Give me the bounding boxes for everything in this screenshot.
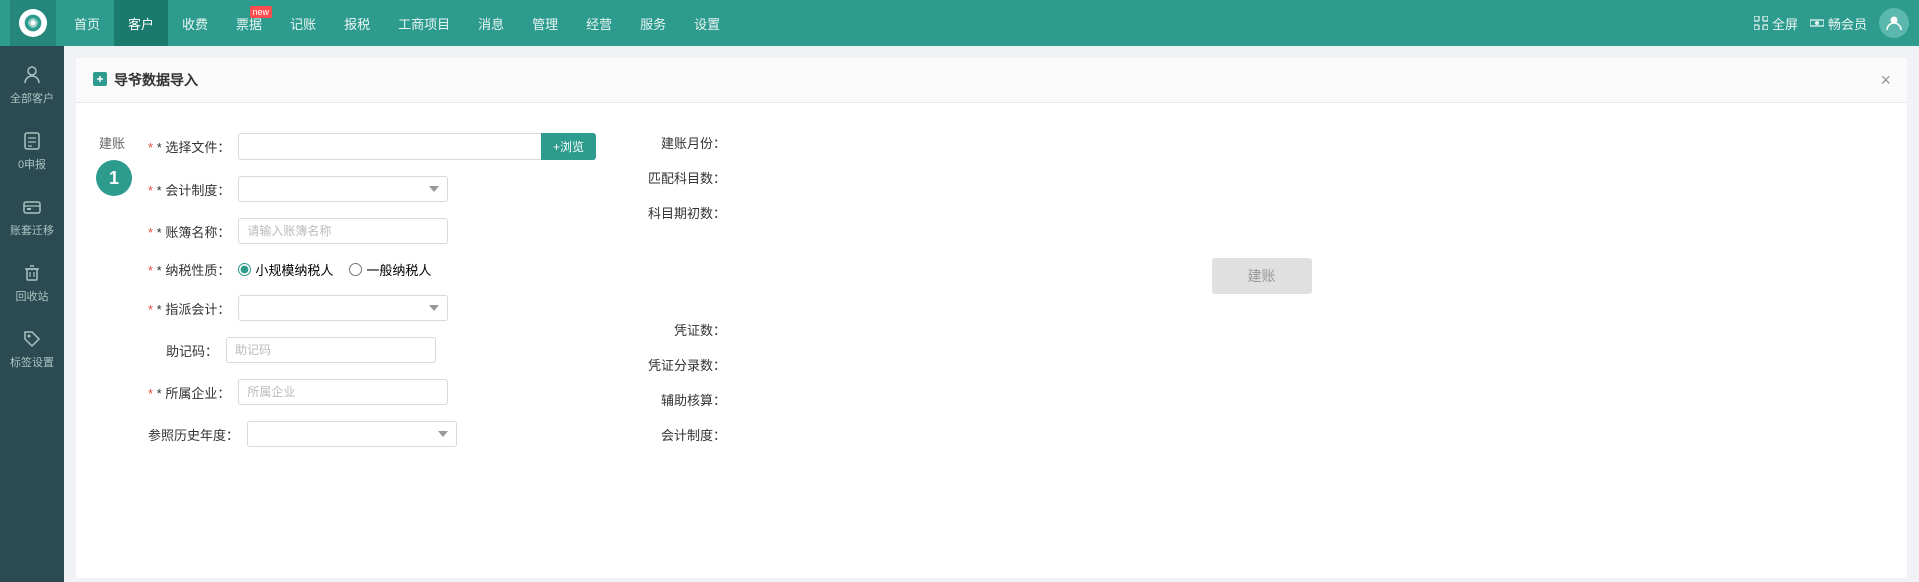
dialog-close-button[interactable]: ×	[1880, 71, 1891, 89]
accounting-system-label: * * 会计制度：	[148, 180, 230, 199]
nav-item-settings[interactable]: 设置	[680, 0, 734, 46]
logo[interactable]	[10, 0, 56, 46]
accounting-system-row: * * 会计制度：	[148, 176, 596, 202]
tag-icon	[21, 328, 43, 350]
import-icon	[92, 71, 108, 90]
assign-accountant-row: * * 指派会计：	[148, 295, 596, 321]
vouchers-row: 凭证数：	[636, 320, 1887, 339]
form-right: 建账月份： 匹配科目数： 科目期初数： 建账 凭证	[596, 133, 1887, 447]
dialog-title: 导爷数据导入	[92, 70, 198, 90]
auxiliary-row: 辅助核算：	[636, 390, 1887, 409]
tax-small-option[interactable]: 小规模纳税人	[238, 260, 333, 279]
nav-item-invoice[interactable]: 票据 new	[222, 0, 276, 46]
nav-item-home[interactable]: 首页	[60, 0, 114, 46]
voucher-entries-label: 凭证分录数：	[636, 355, 726, 374]
voucher-entries-row: 凭证分录数：	[636, 355, 1887, 374]
form-left: 建账 1 * * 选择文件： +浏览	[96, 133, 596, 447]
nav-item-customer[interactable]: 客户	[114, 0, 168, 46]
nav-item-finance[interactable]: 经营	[572, 0, 626, 46]
assign-accountant-select[interactable]	[238, 295, 448, 321]
sidebar-item-account-migration[interactable]: 账套迁移	[0, 186, 64, 248]
tax-type-label: * * 纳税性质：	[148, 260, 230, 279]
top-nav: 首页 客户 收费 票据 new 记账 报税 工商项目 消息 管理 经营	[0, 0, 1919, 46]
sidebar-item-declaration[interactable]: 0申报	[0, 120, 64, 182]
history-year-row: 参照历史年度：	[148, 421, 596, 447]
tax-general-option[interactable]: 一般纳税人	[349, 260, 431, 279]
browse-button[interactable]: +浏览	[541, 133, 596, 160]
nav-item-tax[interactable]: 报税	[330, 0, 384, 46]
accounts-icon	[21, 196, 43, 218]
nav-item-message[interactable]: 消息	[464, 0, 518, 46]
memo-label: 助记码：	[148, 341, 218, 360]
dialog-title-text: 导爷数据导入	[114, 70, 198, 90]
step-badge: 1	[96, 160, 132, 196]
nav-item-collection[interactable]: 收费	[168, 0, 222, 46]
company-label: * * 所属企业：	[148, 383, 230, 402]
sidebar-item-recycle[interactable]: 回收站	[0, 252, 64, 314]
nav-item-ledger[interactable]: 记账	[276, 0, 330, 46]
nav-right: 全屏 畅会员	[1754, 8, 1909, 38]
tax-type-row: * * 纳税性质： 小规模纳税人 一般纳税人	[148, 260, 596, 279]
ledger-name-row: * * 账簿名称：	[148, 218, 596, 244]
main-content: 导爷数据导入 × 建账 1 * * 选择文件：	[64, 46, 1919, 582]
sidebar-item-tag-settings[interactable]: 标签设置	[0, 318, 64, 380]
step-section-label: 建账	[99, 133, 125, 152]
dialog: 导爷数据导入 × 建账 1 * * 选择文件：	[76, 58, 1907, 578]
file-select-label: * * 选择文件：	[148, 137, 230, 156]
history-year-label: 参照历史年度：	[148, 425, 239, 444]
file-text-input[interactable]	[238, 133, 541, 160]
match-subjects-label: 匹配科目数：	[636, 168, 726, 187]
file-select-row: * * 选择文件： +浏览	[148, 133, 596, 160]
nav-item-service[interactable]: 服务	[626, 0, 680, 46]
sidebar-item-all-customers[interactable]: 全部客户	[0, 54, 64, 116]
create-month-row: 建账月份：	[636, 133, 1887, 152]
user-avatar[interactable]	[1879, 8, 1909, 38]
file-input-group: +浏览	[238, 133, 596, 160]
create-month-label: 建账月份：	[636, 133, 726, 152]
sidebar: 全部客户 0申报 账套迁移 回收站 标签设置	[0, 46, 64, 582]
nav-item-management[interactable]: 管理	[518, 0, 572, 46]
invoice-badge: new	[250, 6, 273, 18]
tax-small-radio[interactable]	[238, 263, 251, 276]
initial-subjects-row: 科目期初数：	[636, 203, 1887, 222]
tax-general-radio[interactable]	[349, 263, 362, 276]
tax-type-radio-group: 小规模纳税人 一般纳税人	[238, 260, 431, 279]
company-input[interactable]	[238, 379, 448, 405]
history-year-select[interactable]	[247, 421, 457, 447]
fullscreen-btn[interactable]: 全屏	[1754, 14, 1798, 33]
right-accounting-system-label: 会计制度：	[636, 425, 726, 444]
ledger-name-input[interactable]	[238, 218, 448, 244]
match-subjects-row: 匹配科目数：	[636, 168, 1887, 187]
vip-btn[interactable]: 畅会员	[1810, 14, 1867, 33]
auxiliary-label: 辅助核算：	[636, 390, 726, 409]
doc-icon	[21, 130, 43, 152]
vouchers-label: 凭证数：	[636, 320, 726, 339]
trash-icon	[21, 262, 43, 284]
accounting-system-select[interactable]	[238, 176, 448, 202]
person-icon	[21, 64, 43, 86]
right-accounting-system-row: 会计制度：	[636, 425, 1887, 444]
layout: 全部客户 0申报 账套迁移 回收站 标签设置	[0, 46, 1919, 582]
create-account-button[interactable]: 建账	[1212, 258, 1312, 294]
dialog-body: 建账 1 * * 选择文件： +浏览	[76, 103, 1907, 477]
form-fields: * * 选择文件： +浏览 * * 会计制度：	[148, 133, 596, 447]
initial-subjects-label: 科目期初数：	[636, 203, 726, 222]
nav-item-business[interactable]: 工商项目	[384, 0, 464, 46]
nav-items: 首页 客户 收费 票据 new 记账 报税 工商项目 消息 管理 经营	[60, 0, 1754, 46]
company-row: * * 所属企业：	[148, 379, 596, 405]
assign-accountant-label: * * 指派会计：	[148, 299, 230, 318]
ledger-name-label: * * 账簿名称：	[148, 222, 230, 241]
memo-input[interactable]	[226, 337, 436, 363]
dialog-header: 导爷数据导入 ×	[76, 58, 1907, 103]
memo-row: 助记码：	[148, 337, 596, 363]
logo-icon	[19, 9, 47, 37]
